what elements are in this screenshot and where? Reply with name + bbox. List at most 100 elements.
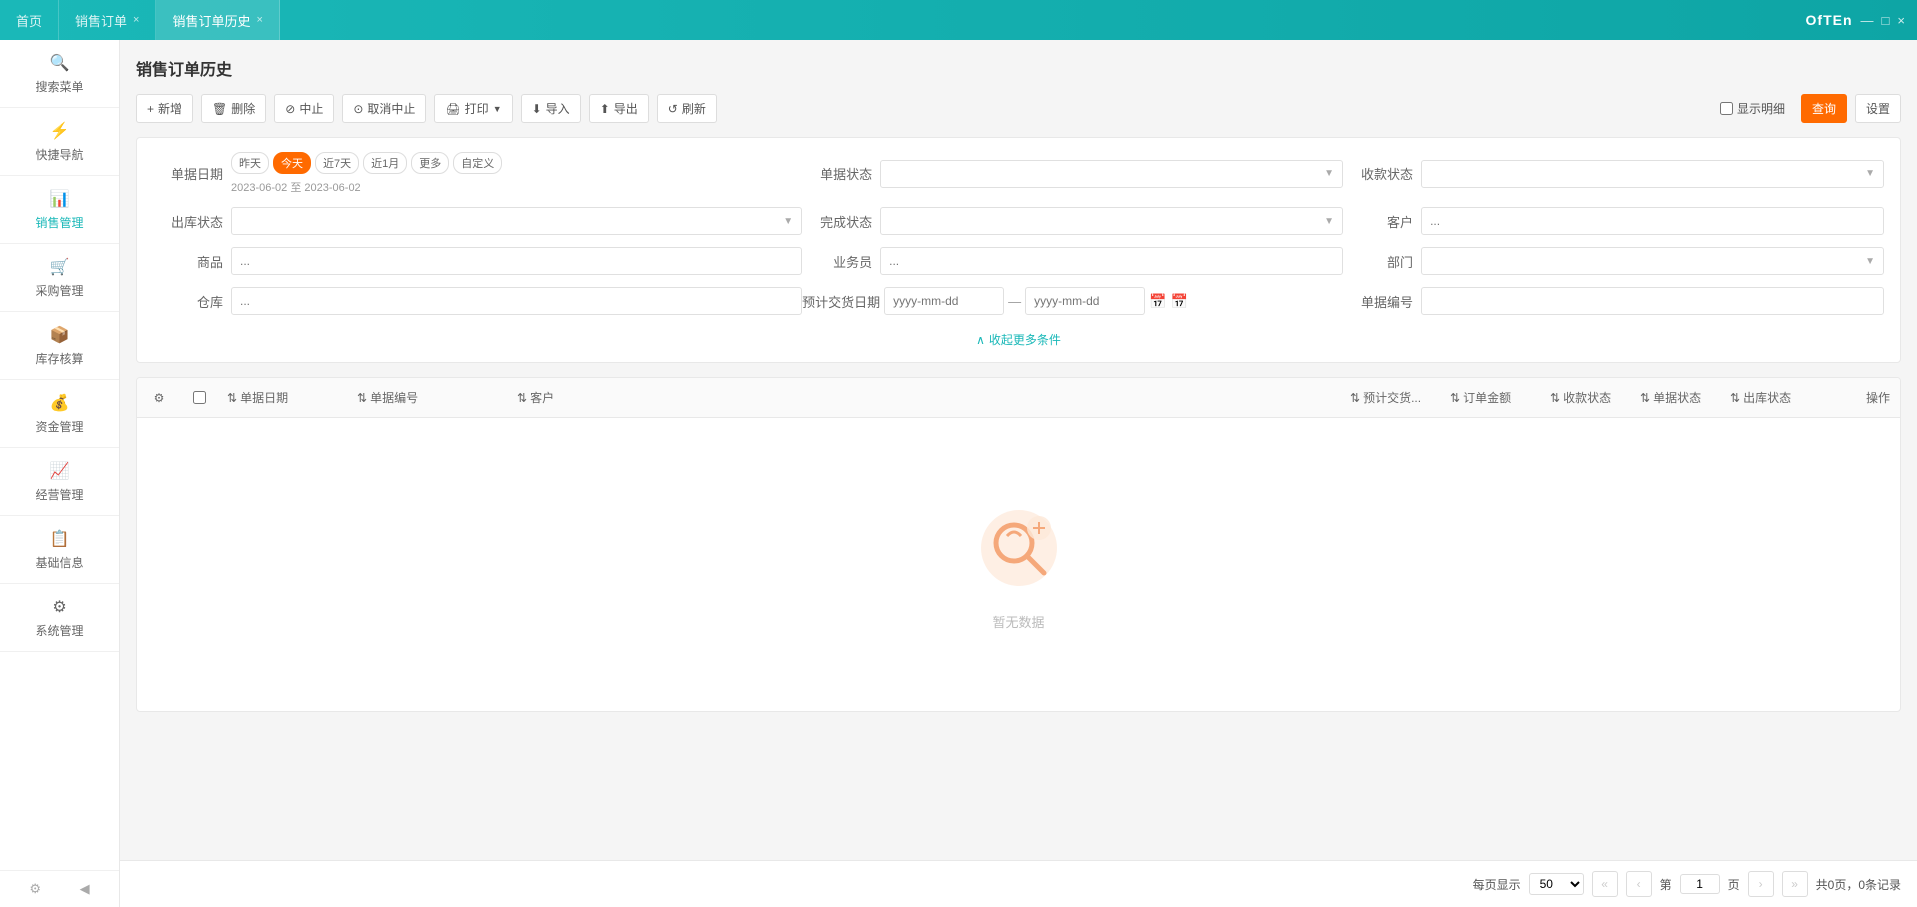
bill-status-select[interactable]: ▼	[880, 160, 1343, 188]
date-tag-custom[interactable]: 自定义	[453, 152, 502, 174]
delete-label: 删除	[231, 100, 255, 117]
tab-sales-order[interactable]: 销售订单 ×	[59, 0, 156, 40]
tab-sales-order-history-close[interactable]: ×	[256, 14, 262, 26]
customer-input[interactable]	[1421, 207, 1884, 235]
pagination-last[interactable]: »	[1782, 871, 1808, 897]
import-button[interactable]: ⬇ 导入	[521, 94, 581, 123]
tab-home[interactable]: 首页	[0, 0, 59, 40]
date-tag-more[interactable]: 更多	[411, 152, 449, 174]
sidebar-settings-icon[interactable]: ⚙	[29, 881, 41, 897]
th-sort-payment[interactable]: ⇅	[1550, 391, 1560, 405]
table-header: ⚙ ⇅ 单据日期 ⇅ 单据编号 ⇅ 客户 ⇅	[137, 378, 1900, 418]
collection-status-select[interactable]: ▼	[1421, 160, 1884, 188]
page-number-input[interactable]	[1680, 874, 1720, 894]
sidebar-item-inventory-label: 库存核算	[35, 350, 83, 367]
complete-status-label: 完成状态	[802, 212, 872, 231]
dept-select[interactable]: ▼	[1421, 247, 1884, 275]
settings-button[interactable]: 设置	[1855, 94, 1901, 123]
salesman-input[interactable]	[880, 247, 1343, 275]
table-checkbox-all[interactable]	[181, 391, 217, 404]
table-settings-icon[interactable]: ⚙	[137, 391, 181, 405]
sidebar-item-inventory[interactable]: 📦 库存核算	[0, 312, 119, 380]
empty-icon	[969, 498, 1069, 598]
display-detail-input[interactable]	[1720, 102, 1733, 115]
delete-button[interactable]: 🗑 删除	[201, 94, 266, 123]
collapse-row[interactable]: ∧ 收起更多条件	[153, 327, 1884, 348]
order-no-input[interactable]	[1421, 287, 1884, 315]
system-icon: ⚙	[49, 596, 71, 618]
sidebar-item-search[interactable]: 🔍 搜索菜单	[0, 40, 119, 108]
sidebar-bottom: ⚙ ◀	[0, 870, 119, 907]
filter-row-1: 单据日期 昨天 今天 近7天 近1月 更多 自定义 2023	[153, 152, 1884, 195]
th-action: 操作	[1820, 389, 1900, 406]
refresh-icon: ↺	[668, 102, 678, 116]
pagination-next[interactable]: ›	[1748, 871, 1774, 897]
add-button[interactable]: + 新增	[136, 94, 193, 123]
th-amount: ⇅ 订单金额	[1440, 389, 1540, 406]
th-sort-customer[interactable]: ⇅	[517, 391, 527, 405]
delivery-cal-icon-start[interactable]: 📅	[1149, 293, 1166, 310]
collapse-label: 收起更多条件	[989, 331, 1061, 348]
sidebar-item-sales[interactable]: 📊 销售管理	[0, 176, 119, 244]
delivery-date-label: 预计交货日期	[802, 292, 880, 311]
print-label: 打印	[465, 100, 489, 117]
select-all-checkbox[interactable]	[193, 391, 206, 404]
th-sort-delivery[interactable]: ⇅	[1350, 391, 1360, 405]
stop-button[interactable]: ⊘ 中止	[274, 94, 334, 123]
th-sort-order-no[interactable]: ⇅	[357, 391, 367, 405]
date-tag-1month[interactable]: 近1月	[363, 152, 407, 174]
basic-info-icon: 📋	[49, 528, 71, 550]
collection-status-chevron: ▼	[1865, 168, 1875, 179]
first-page-icon: «	[1601, 877, 1608, 891]
sidebar-item-operations[interactable]: 📈 经营管理	[0, 448, 119, 516]
print-button[interactable]: 🖨 打印 ▼	[434, 94, 512, 123]
page-size-select[interactable]: 50 20 100	[1529, 873, 1584, 895]
product-input[interactable]	[231, 247, 802, 275]
finance-icon: 💰	[49, 392, 71, 414]
date-filter-item: 单据日期 昨天 今天 近7天 近1月 更多 自定义 2023	[153, 152, 802, 195]
cancel-stop-button[interactable]: ⊙ 取消中止	[342, 94, 426, 123]
warehouse-input[interactable]	[231, 287, 802, 315]
sidebar-item-finance-label: 资金管理	[35, 418, 83, 435]
pagination-first[interactable]: «	[1592, 871, 1618, 897]
complete-status-filter-item: 完成状态 ▼	[802, 207, 1343, 235]
th-sort-amount[interactable]: ⇅	[1450, 391, 1460, 405]
refresh-label: 刷新	[682, 100, 706, 117]
filter-row-2: 出库状态 ▼ 完成状态 ▼ 客户	[153, 207, 1884, 235]
warehouse-out-filter-item: 出库状态 ▼	[153, 207, 802, 235]
date-tag-today[interactable]: 今天	[273, 152, 311, 174]
date-tag-7days[interactable]: 近7天	[315, 152, 359, 174]
date-filter-group: 昨天 今天 近7天 近1月 更多 自定义 2023-06-02 至 2023-0	[231, 152, 802, 195]
sidebar-item-system[interactable]: ⚙ 系统管理	[0, 584, 119, 652]
sidebar-item-quicknav[interactable]: ⚡ 快捷导航	[0, 108, 119, 176]
query-button[interactable]: 查询	[1801, 94, 1847, 123]
sidebar-item-purchase[interactable]: 🛒 采购管理	[0, 244, 119, 312]
display-detail-checkbox[interactable]: 显示明细	[1720, 100, 1785, 117]
print-icon: 🖨	[445, 102, 460, 116]
th-sort-date[interactable]: ⇅	[227, 391, 237, 405]
window-close[interactable]: ×	[1897, 13, 1905, 28]
tab-bar: 首页 销售订单 × 销售订单历史 ×	[0, 0, 280, 40]
pagination-prev[interactable]: ‹	[1626, 871, 1652, 897]
warehouse-out-select[interactable]: ▼	[231, 207, 802, 235]
sidebar-item-basic-info[interactable]: 📋 基础信息	[0, 516, 119, 584]
date-tag-yesterday[interactable]: 昨天	[231, 152, 269, 174]
sales-icon: 📊	[49, 188, 71, 210]
delivery-cal-icon-end[interactable]: 📅	[1171, 293, 1188, 310]
tab-sales-order-close[interactable]: ×	[133, 14, 139, 26]
delivery-from-input[interactable]	[884, 287, 1004, 315]
tab-sales-order-history[interactable]: 销售订单历史 ×	[156, 0, 279, 40]
export-button[interactable]: ⬆ 导出	[589, 94, 649, 123]
delivery-date-sep: —	[1008, 294, 1021, 309]
sidebar-item-finance[interactable]: 💰 资金管理	[0, 380, 119, 448]
delivery-to-input[interactable]	[1025, 287, 1145, 315]
page-unit: 页	[1728, 876, 1740, 893]
refresh-button[interactable]: ↺ 刷新	[657, 94, 717, 123]
complete-status-select[interactable]: ▼	[880, 207, 1343, 235]
window-maximize[interactable]: □	[1882, 13, 1890, 28]
window-minimize[interactable]: —	[1861, 13, 1874, 28]
customer-label: 客户	[1343, 212, 1413, 231]
sidebar-collapse-icon[interactable]: ◀	[80, 881, 90, 897]
th-sort-status[interactable]: ⇅	[1640, 391, 1650, 405]
th-sort-warehouse[interactable]: ⇅	[1730, 391, 1740, 405]
